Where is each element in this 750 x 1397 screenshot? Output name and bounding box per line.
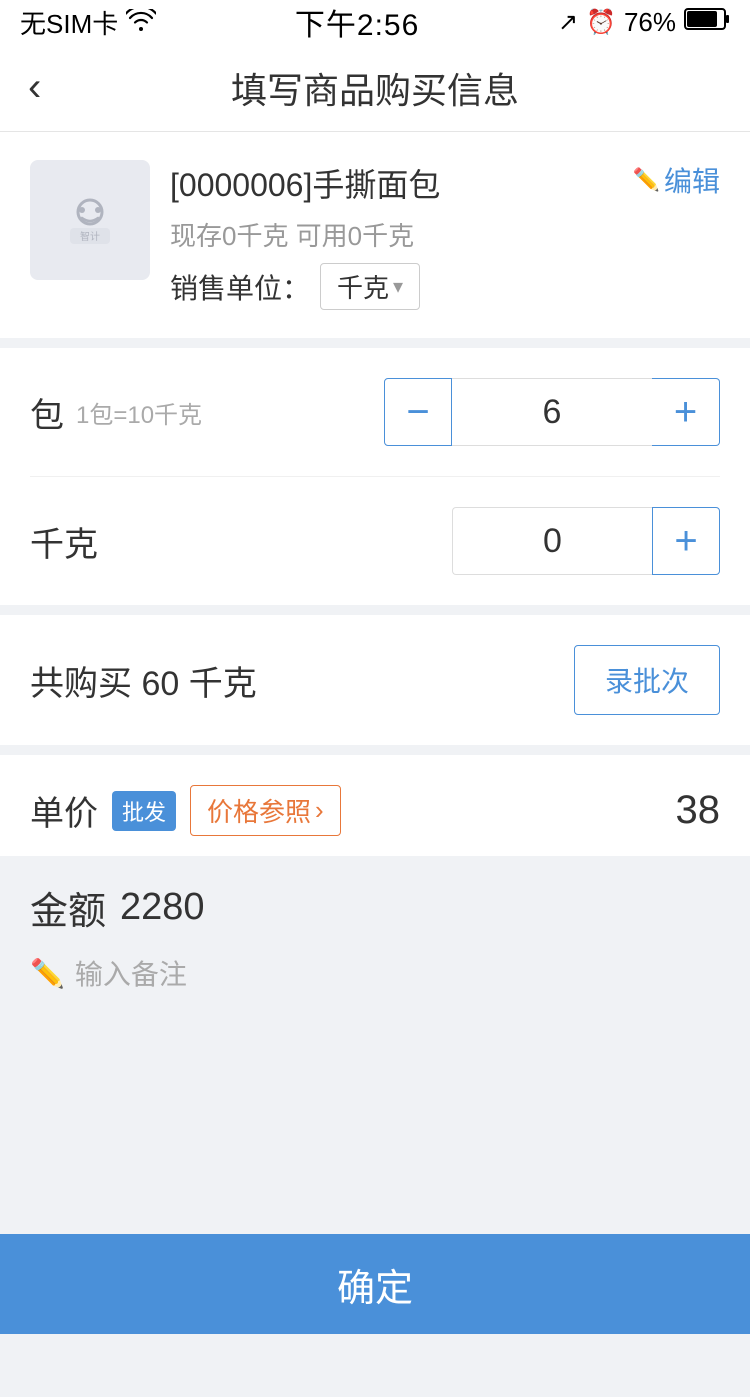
status-left: 无SIM卡 [20,4,156,41]
carrier-text: 无SIM卡 [20,4,118,41]
unit-label: 销售单位： [170,267,310,307]
price-label: 单价 [30,786,98,835]
unit-select[interactable]: 千克 ▾ [320,263,420,310]
form-section: 包 1包=10千克 − + 千克 + [0,348,750,605]
total-label: 共购买 60 千克 [30,656,257,705]
confirm-button-label: 确定 [337,1257,413,1312]
amount-value: 2280 [120,886,205,929]
edit-button[interactable]: ✏️ 编辑 [633,160,720,200]
record-batch-button[interactable]: 录批次 [574,645,720,715]
status-time: 下午2:56 [295,0,419,44]
package-decrease-button[interactable]: − [384,378,452,446]
price-left: 单价 批发 价格参照 › [30,785,341,836]
wifi-icon [126,7,156,38]
price-value: 38 [676,788,721,833]
kilogram-label: 千克 [30,517,98,566]
svg-text:智计: 智计 [80,230,100,243]
amount-section: 金额 2280 ✏️ 输入备注 [0,856,750,1017]
package-hint: 1包=10千克 [76,395,202,430]
status-right: ↗ ⏰ 76% [558,7,730,38]
package-quantity-control: − + [384,378,720,446]
product-image: 智计 [30,160,150,280]
kilogram-quantity-control: + [452,507,720,575]
price-ref-button[interactable]: 价格参照 › [190,785,341,836]
confirm-bar[interactable]: 确定 [0,1234,750,1334]
product-card: 智计 [0000006]手撕面包 ✏️ 编辑 现存0千克 可用0千克 销售单位：… [0,132,750,348]
chevron-down-icon: ▾ [393,274,403,299]
product-stock: 现存0千克 可用0千克 [170,216,720,253]
pencil-icon: ✏️ [30,957,65,990]
chevron-right-icon: › [315,795,324,826]
package-row: 包 1包=10千克 − + [30,348,720,477]
amount-label: 金额 [30,880,106,935]
product-name: [0000006]手撕面包 [170,160,440,206]
price-row: 单价 批发 价格参照 › 38 [30,785,720,856]
kilogram-row: 千克 + [30,477,720,605]
package-label: 包 1包=10千克 [30,388,202,437]
page-title: 填写商品购买信息 [231,62,519,114]
status-bar: 无SIM卡 下午2:56 ↗ ⏰ 76% [0,0,750,44]
package-increase-button[interactable]: + [652,378,720,446]
package-quantity-input[interactable] [452,378,652,446]
product-unit-row: 销售单位： 千克 ▾ [170,263,720,310]
note-placeholder: 输入备注 [75,953,187,993]
product-info: [0000006]手撕面包 ✏️ 编辑 现存0千克 可用0千克 销售单位： 千克… [170,160,720,310]
price-section: 单价 批发 价格参照 › 38 [0,745,750,856]
amount-row: 金额 2280 [30,880,720,935]
kilogram-increase-button[interactable]: + [652,507,720,575]
alarm-icon: ⏰ [586,8,616,37]
note-row[interactable]: ✏️ 输入备注 [30,953,720,993]
battery-icon [684,7,730,38]
price-tag: 批发 [112,791,176,831]
nav-bar: ‹ 填写商品购买信息 [0,44,750,132]
kilogram-quantity-input[interactable] [452,507,652,575]
back-button[interactable]: ‹ [28,65,41,110]
battery-text: 76% [624,7,676,38]
location-icon: ↗ [558,8,578,37]
total-row: 共购买 60 千克 录批次 [0,605,750,745]
